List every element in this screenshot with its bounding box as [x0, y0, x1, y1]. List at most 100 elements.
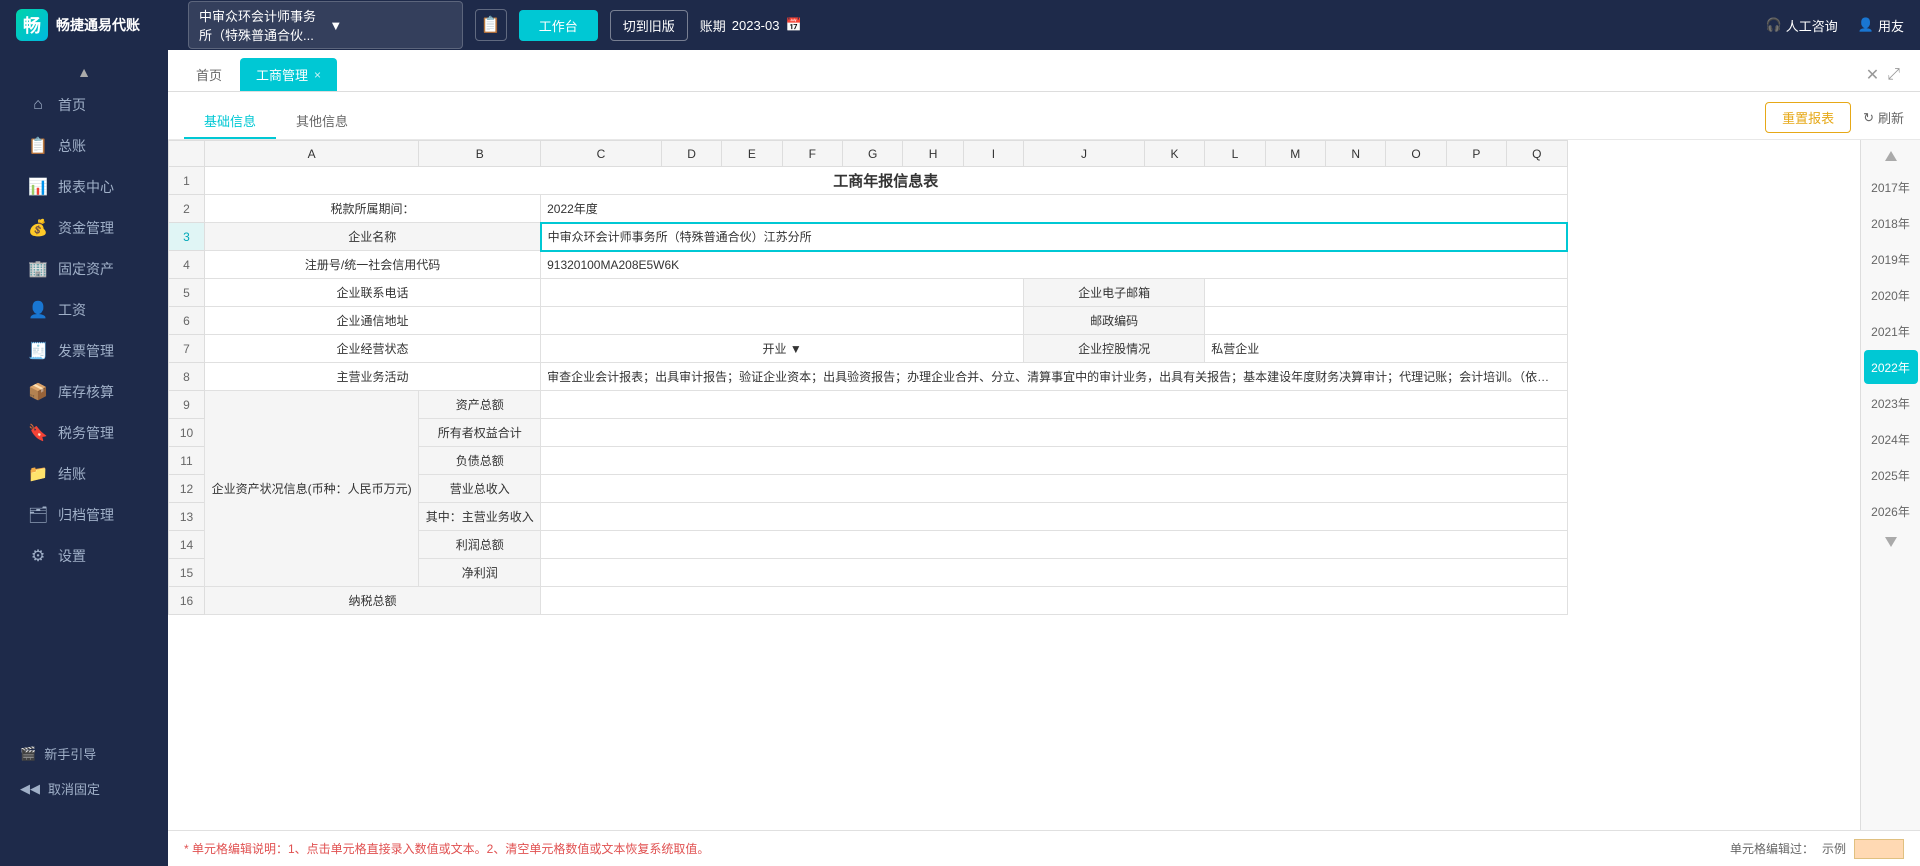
- row5-left-value[interactable]: [541, 279, 1024, 307]
- row6-left-label: 企业通信地址: [205, 307, 541, 335]
- sidebar-label-home: 首页: [58, 95, 86, 115]
- row2-label: 税款所属期间：: [205, 195, 541, 223]
- tab-close-icon[interactable]: ×: [314, 68, 321, 82]
- row13-value[interactable]: [541, 503, 1567, 531]
- sidebar-item-finance[interactable]: 💰 资金管理: [8, 208, 160, 248]
- archive-icon: 🗂: [28, 505, 48, 525]
- row3-value[interactable]: 中审众环会计师事务所（特殊普通合伙）江苏分所: [541, 223, 1567, 251]
- row6-right-value[interactable]: [1205, 307, 1567, 335]
- row-num-4: 4: [169, 251, 205, 279]
- sidebar-item-close-account[interactable]: 📁 结账: [8, 454, 160, 494]
- sidebar-item-asset[interactable]: 🏢 固定资产: [8, 249, 160, 289]
- row6-right-label: 邮政编码: [1024, 307, 1205, 335]
- row-num-8: 8: [169, 363, 205, 391]
- sidebar-item-tax[interactable]: 🔖 税务管理: [8, 413, 160, 453]
- col-header-n: N: [1325, 141, 1385, 167]
- row11-value[interactable]: [541, 447, 1567, 475]
- sidebar-item-home[interactable]: ⌂ 首页: [8, 85, 160, 125]
- sidebar-item-invoice[interactable]: 🧾 发票管理: [8, 331, 160, 371]
- sidebar-item-stock[interactable]: 📦 库存核算: [8, 372, 160, 412]
- period-prefix: 账期: [700, 16, 726, 35]
- sidebar-item-salary[interactable]: 👤 工资: [8, 290, 160, 330]
- table-row: 6 企业通信地址 邮政编码: [169, 307, 1568, 335]
- logo-char: 畅: [23, 12, 41, 38]
- cancel-fixed-icon: ◀◀: [20, 781, 40, 797]
- sidebar-label-asset: 固定资产: [58, 259, 114, 279]
- row-num-13: 13: [169, 503, 205, 531]
- row16-value[interactable]: [541, 587, 1567, 615]
- cancel-fixed-item[interactable]: ◀◀ 取消固定: [0, 771, 168, 806]
- row9-value[interactable]: [541, 391, 1567, 419]
- col-header-a: A: [205, 141, 419, 167]
- sub-tab-other[interactable]: 其他信息: [276, 104, 368, 139]
- row2-value[interactable]: 2022年度: [541, 195, 1567, 223]
- sidebar-scroll-up[interactable]: ▲: [0, 60, 168, 84]
- row4-value[interactable]: 91320100MA208E5W6K: [541, 251, 1567, 279]
- close-window-icon[interactable]: ✕: [1866, 65, 1879, 85]
- sidebar-label-report: 报表中心: [58, 177, 114, 197]
- row-num-9: 9: [169, 391, 205, 419]
- col-header-m: M: [1265, 141, 1325, 167]
- year-item-2019[interactable]: 2019年: [1864, 242, 1918, 276]
- col-header-k: K: [1144, 141, 1204, 167]
- old-version-button[interactable]: 切到旧版: [610, 10, 688, 41]
- year-scroll-up[interactable]: [1864, 144, 1918, 168]
- title-cell[interactable]: 工商年报信息表: [205, 167, 1568, 195]
- row6-left-value[interactable]: [541, 307, 1024, 335]
- tab-home[interactable]: 首页: [180, 58, 238, 91]
- row11-sub-label: 负债总额: [419, 447, 541, 475]
- row7-dropdown[interactable]: 开业 ▼: [541, 335, 1024, 363]
- year-item-2021[interactable]: 2021年: [1864, 314, 1918, 348]
- workbench-button[interactable]: 工作台: [519, 10, 598, 41]
- asset-icon: 🏢: [28, 259, 48, 279]
- top-header: 畅 畅捷通易代账 中审众环会计师事务所（特殊普通合伙... ▼ 📋 工作台 切到…: [0, 0, 1920, 50]
- year-item-2024[interactable]: 2024年: [1864, 422, 1918, 456]
- reset-report-button[interactable]: 重置报表: [1765, 102, 1851, 133]
- sheet-table: A B C D E F G H I J K L: [168, 140, 1568, 615]
- copy-icon-btn[interactable]: 📋: [475, 9, 507, 41]
- new-guide-item[interactable]: 🎬 新手引导: [0, 736, 168, 771]
- table-row: 1 工商年报信息表: [169, 167, 1568, 195]
- year-item-2018[interactable]: 2018年: [1864, 206, 1918, 240]
- row14-sub-label: 利润总额: [419, 531, 541, 559]
- ai-consult-button[interactable]: 🎧 人工咨询: [1766, 16, 1838, 35]
- row12-value[interactable]: [541, 475, 1567, 503]
- new-guide-label: 新手引导: [44, 744, 96, 763]
- sheet-table-wrapper[interactable]: A B C D E F G H I J K L: [168, 140, 1860, 830]
- row15-value[interactable]: [541, 559, 1567, 587]
- col-header-b: B: [419, 141, 541, 167]
- col-header-p: P: [1446, 141, 1506, 167]
- year-item-2017[interactable]: 2017年: [1864, 170, 1918, 204]
- row10-value[interactable]: [541, 419, 1567, 447]
- sidebar-item-report[interactable]: 📊 报表中心: [8, 167, 160, 207]
- user-icon: 👤: [1858, 17, 1874, 33]
- expand-window-icon[interactable]: ⤢: [1887, 66, 1900, 84]
- sub-tabs: 基础信息 其他信息 重置报表 ↻ 刷新: [168, 92, 1920, 140]
- table-row: 3 企业名称 中审众环会计师事务所（特殊普通合伙）江苏分所: [169, 223, 1568, 251]
- cancel-fixed-label: 取消固定: [48, 779, 100, 798]
- row7-right-label: 企业控股情况: [1024, 335, 1205, 363]
- sidebar-item-settings[interactable]: ⚙ 设置: [8, 536, 160, 576]
- refresh-button[interactable]: ↻ 刷新: [1863, 108, 1904, 127]
- company-selector[interactable]: 中审众环会计师事务所（特殊普通合伙... ▼: [188, 1, 463, 49]
- sub-tab-basic[interactable]: 基础信息: [184, 104, 276, 139]
- table-row: 4 注册号/统一社会信用代码 91320100MA208E5W6K: [169, 251, 1568, 279]
- row14-value[interactable]: [541, 531, 1567, 559]
- table-row: 7 企业经营状态 开业 ▼ 企业控股情况 私营企业: [169, 335, 1568, 363]
- year-item-2020[interactable]: 2020年: [1864, 278, 1918, 312]
- sidebar-item-ledger[interactable]: 📋 总账: [8, 126, 160, 166]
- year-item-2022[interactable]: 2022年: [1864, 350, 1918, 384]
- year-item-2025[interactable]: 2025年: [1864, 458, 1918, 492]
- tab-active[interactable]: 工商管理 ×: [240, 58, 337, 91]
- sidebar-item-archive[interactable]: 🗂 归档管理: [8, 495, 160, 535]
- user-area[interactable]: 👤 用友: [1858, 16, 1904, 35]
- row7-right-value[interactable]: 私营企业: [1205, 335, 1567, 363]
- year-scroll-down[interactable]: [1864, 530, 1918, 554]
- year-item-2026[interactable]: 2026年: [1864, 494, 1918, 528]
- col-header-g: G: [842, 141, 902, 167]
- year-item-2023[interactable]: 2023年: [1864, 386, 1918, 420]
- table-row: 2 税款所属期间： 2022年度: [169, 195, 1568, 223]
- row5-right-value[interactable]: [1205, 279, 1567, 307]
- row8-value[interactable]: 审查企业会计报表；出具审计报告；验证企业资本；出具验资报告；办理企业合并、分立、…: [541, 363, 1567, 391]
- calendar-icon[interactable]: 📅: [785, 17, 801, 33]
